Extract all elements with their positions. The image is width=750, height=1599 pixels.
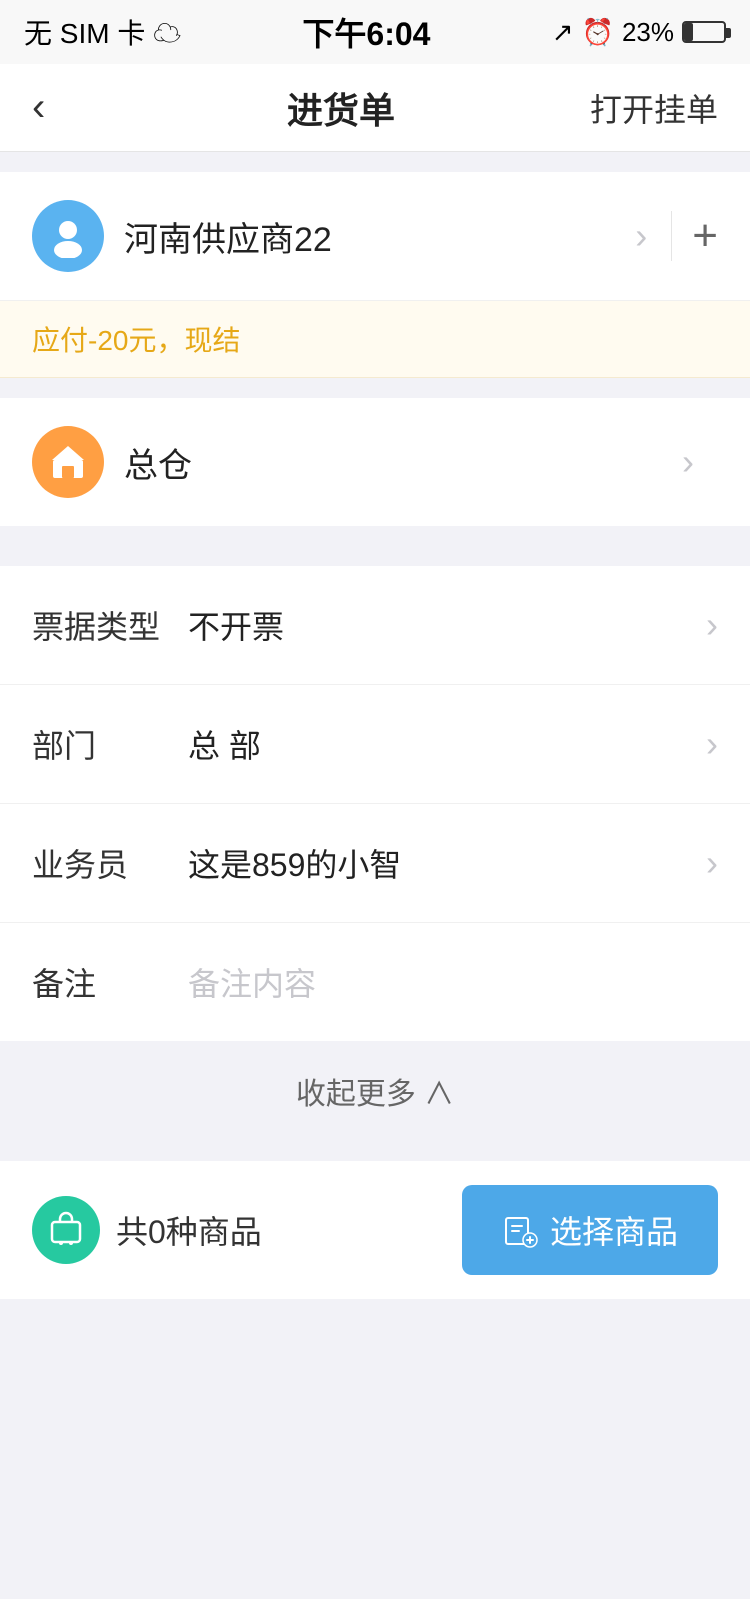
battery-icon <box>682 21 726 43</box>
goods-icon-wrap <box>32 1196 100 1264</box>
cart-icon <box>46 1210 86 1250</box>
status-right: ↗ ⏰ 23% <box>552 17 726 48</box>
department-row[interactable]: 部门 总 部 › <box>0 685 750 804</box>
warehouse-icon <box>48 442 88 482</box>
form-section: 票据类型 不开票 › 部门 总 部 › 业务员 这是859的小智 › 备注 备注… <box>0 566 750 1041</box>
section-gap-2 <box>0 526 750 546</box>
remark-label: 备注 <box>32 959 172 1005</box>
chevron-right-icon-warehouse: › <box>682 441 694 483</box>
warehouse-icon-wrap <box>32 426 104 498</box>
nav-bar: ‹ 进货单 打开挂单 <box>0 64 750 152</box>
page-title: 进货单 <box>287 82 395 134</box>
open-pending-button[interactable]: 打开挂单 <box>590 85 718 131</box>
supplier-row[interactable]: 河南供应商22 › + <box>0 172 750 301</box>
collapse-row[interactable]: 收起更多 ∧ <box>0 1041 750 1141</box>
chevron-right-icon-invoice: › <box>706 604 718 646</box>
invoice-type-row[interactable]: 票据类型 不开票 › <box>0 566 750 685</box>
goods-count-text: 共0种商品 <box>116 1207 262 1253</box>
remark-row[interactable]: 备注 备注内容 <box>0 923 750 1041</box>
notice-bar: 应付-20元，现结 <box>0 301 750 378</box>
remark-input[interactable]: 备注内容 <box>188 959 718 1005</box>
select-goods-button[interactable]: 选择商品 <box>462 1185 718 1275</box>
department-label: 部门 <box>32 721 172 767</box>
warehouse-row[interactable]: 总仓 › <box>0 398 750 526</box>
supplier-avatar <box>32 200 104 272</box>
battery-label: 23% <box>622 17 674 48</box>
department-value: 总 部 <box>188 721 706 767</box>
supplier-section: 河南供应商22 › + 应付-20元，现结 <box>0 172 750 378</box>
page-rest <box>0 1299 750 1599</box>
location-icon: ↗ <box>552 17 574 48</box>
select-goods-icon <box>502 1212 538 1248</box>
back-button[interactable]: ‹ <box>32 85 92 130</box>
status-bar: 无 SIM 卡 ☁ 下午6:04 ↗ ⏰ 23% <box>0 0 750 64</box>
warehouse-name: 总仓 <box>124 438 682 487</box>
salesperson-value: 这是859的小智 <box>188 840 706 886</box>
invoice-label: 票据类型 <box>32 602 172 648</box>
chevron-right-icon: › <box>635 215 647 257</box>
section-gap-1 <box>0 152 750 172</box>
bottom-bar: 共0种商品 选择商品 <box>0 1161 750 1299</box>
salesperson-label: 业务员 <box>32 840 172 886</box>
invoice-value: 不开票 <box>188 602 706 648</box>
select-goods-label: 选择商品 <box>550 1207 678 1253</box>
add-supplier-button[interactable]: + <box>671 211 718 261</box>
person-icon <box>46 214 90 258</box>
no-sim-label: 无 SIM 卡 ☁ <box>24 12 181 52</box>
goods-count-wrap: 共0种商品 <box>32 1196 262 1264</box>
supplier-name: 河南供应商22 <box>124 212 635 261</box>
status-left: 无 SIM 卡 ☁ <box>24 12 181 52</box>
chevron-right-icon-dept: › <box>706 723 718 765</box>
status-time: 下午6:04 <box>302 9 430 55</box>
alarm-icon: ⏰ <box>582 17 614 48</box>
chevron-right-icon-sales: › <box>706 842 718 884</box>
salesperson-row[interactable]: 业务员 这是859的小智 › <box>0 804 750 923</box>
